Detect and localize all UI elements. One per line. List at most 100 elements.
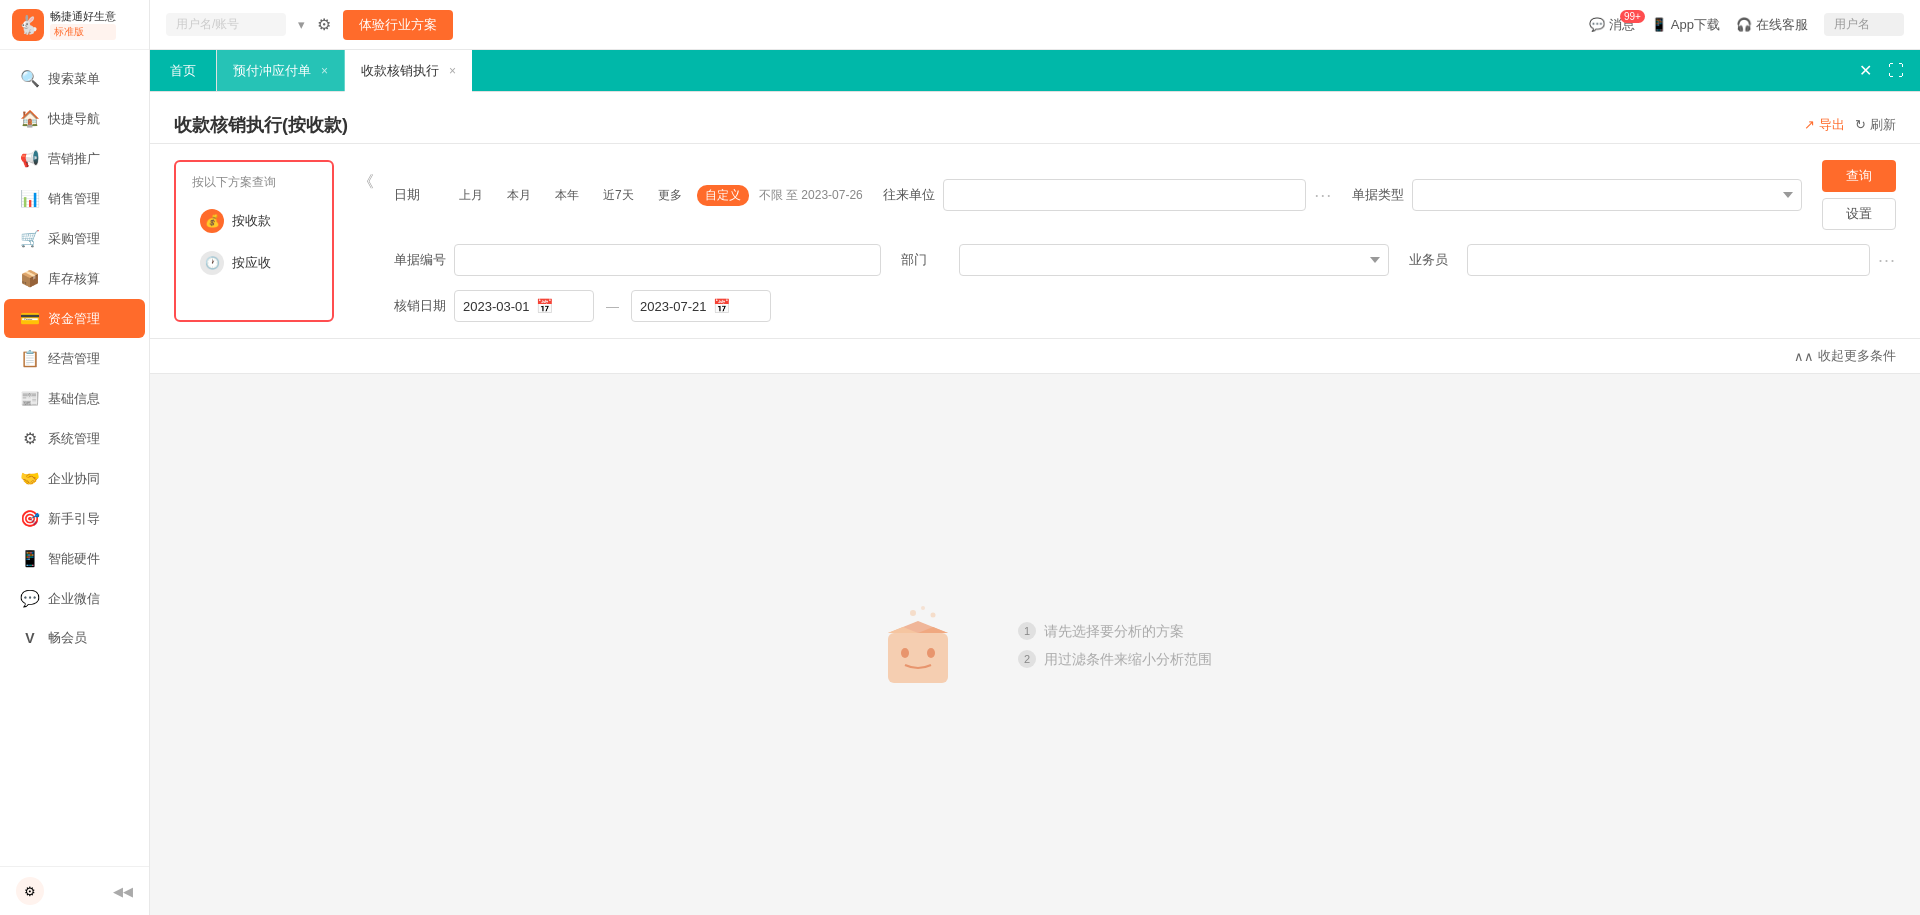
content-area: 收款核销执行(按收款) ↗ 导出 ↻ 刷新 按以下方案查询 💰 按收款 [150, 92, 1920, 915]
message-button[interactable]: 💬 消息 99+ [1589, 16, 1635, 34]
sidebar-item-label-hardware: 智能硬件 [48, 550, 100, 568]
staff-dots-icon[interactable]: ··· [1878, 250, 1896, 271]
sidebar-logo: 🐇 畅捷通好生意 标准版 [0, 0, 149, 50]
collapse-more-button[interactable]: ∧∧ 收起更多条件 [1794, 347, 1896, 365]
sidebar-item-label-system: 系统管理 [48, 430, 100, 448]
date-btn-more[interactable]: 更多 [649, 183, 691, 208]
tab-verify[interactable]: 收款核销执行 × [345, 50, 472, 92]
sidebar-collapse-button[interactable]: ◀◀ [113, 884, 133, 899]
tab-verify-close-icon[interactable]: × [449, 64, 456, 78]
system-icon: ⚙ [20, 429, 40, 448]
collapse-up-icon: ∧∧ [1794, 349, 1814, 364]
filter-option-by-receivable[interactable]: 🕐 按应收 [192, 247, 316, 279]
marketing-icon: 📢 [20, 149, 40, 168]
date-custom-badge[interactable]: 自定义 [697, 185, 749, 206]
query-button[interactable]: 查询 [1822, 160, 1896, 192]
settings-bottom-icon[interactable]: ⚙ [16, 877, 44, 905]
sidebar-item-search-menu[interactable]: 🔍 搜索菜单 [4, 59, 145, 98]
verify-date-start-text: 2023-03-01 [463, 299, 530, 314]
receivable-option-icon: 🕐 [200, 251, 224, 275]
dropdown-icon[interactable]: ▾ [298, 17, 305, 32]
doc-type-select[interactable] [1412, 179, 1802, 211]
empty-hint-row-1: 1 请先选择要分析的方案 [1018, 617, 1212, 645]
date-separator: — [602, 299, 623, 314]
verify-date-end-picker[interactable]: 2023-07-21 📅 [631, 290, 771, 322]
sidebar-item-enterprise[interactable]: 🤝 企业协同 [4, 459, 145, 498]
online-service-icon: 🎧 [1736, 17, 1752, 32]
date-btn-this-month[interactable]: 本月 [498, 183, 540, 208]
verify-date-start-picker[interactable]: 2023-03-01 📅 [454, 290, 594, 322]
tabbar-actions: ✕ ⛶ [1855, 57, 1920, 84]
sidebar-item-label-search-menu: 搜索菜单 [48, 70, 100, 88]
tabbar: 首页 预付冲应付单 × 收款核销执行 × ✕ ⛶ [150, 50, 1920, 92]
tab-prepay[interactable]: 预付冲应付单 × [217, 50, 345, 92]
sidebar-item-label-wechat: 企业微信 [48, 590, 100, 608]
date-btn-this-year[interactable]: 本年 [546, 183, 588, 208]
app-download-btn[interactable]: 📱 App下载 [1651, 16, 1720, 34]
tab-prepay-close-icon[interactable]: × [321, 64, 328, 78]
calendar-end-icon: 📅 [713, 298, 730, 314]
filter-group-dept: 部门 [901, 244, 1388, 276]
partner-input[interactable] [943, 179, 1307, 211]
filter-row-3: 核销日期 2023-03-01 📅 — 2023-07-21 📅 [394, 290, 1896, 322]
empty-illustration [858, 583, 978, 706]
partner-dots-icon[interactable]: ··· [1314, 185, 1332, 206]
online-service-btn[interactable]: 🎧 在线客服 [1736, 16, 1808, 34]
filter-row-2: 单据编号 部门 业务员 ··· [394, 244, 1896, 276]
sidebar-item-purchase[interactable]: 🛒 采购管理 [4, 219, 145, 258]
sidebar-item-finance[interactable]: 💳 资金管理 [4, 299, 145, 338]
sidebar-item-hardware[interactable]: 📱 智能硬件 [4, 539, 145, 578]
sidebar-item-business[interactable]: 📋 经营管理 [4, 339, 145, 378]
sidebar-nav: 🔍 搜索菜单 🏠 快捷导航 📢 营销推广 📊 销售管理 🛒 采购管理 📦 库存核… [0, 50, 149, 866]
sidebar: 🐇 畅捷通好生意 标准版 🔍 搜索菜单 🏠 快捷导航 📢 营销推广 📊 销售管理… [0, 0, 150, 915]
doc-no-input[interactable] [454, 244, 881, 276]
export-button[interactable]: ↗ 导出 [1804, 116, 1845, 134]
user-profile[interactable]: 用户名 [1824, 13, 1904, 36]
gear-icon[interactable]: ⚙ [317, 15, 331, 34]
sidebar-item-label-member: 畅会员 [48, 629, 87, 647]
sidebar-item-label-marketing: 营销推广 [48, 150, 100, 168]
date-btn-last-month[interactable]: 上月 [450, 183, 492, 208]
sidebar-item-marketing[interactable]: 📢 营销推广 [4, 139, 145, 178]
dept-select[interactable] [959, 244, 1388, 276]
sidebar-item-member[interactable]: V 畅会员 [4, 619, 145, 657]
filter-group-doc-no: 单据编号 [394, 244, 881, 276]
calendar-start-icon: 📅 [536, 298, 553, 314]
purchase-icon: 🛒 [20, 229, 40, 248]
date-btn-7days[interactable]: 近7天 [594, 183, 643, 208]
sidebar-item-system[interactable]: ⚙ 系统管理 [4, 419, 145, 458]
filter-group-verify-date: 核销日期 2023-03-01 📅 — 2023-07-21 📅 [394, 290, 771, 322]
sidebar-logo-text-block: 畅捷通好生意 标准版 [50, 9, 116, 39]
filter-group-partner: 往来单位 ··· [883, 179, 1333, 211]
member-icon: V [20, 630, 40, 646]
filter-action-btns: 查询 设置 [1822, 160, 1896, 230]
solution-button[interactable]: 体验行业方案 [343, 10, 453, 40]
sidebar-item-quick-nav[interactable]: 🏠 快捷导航 [4, 99, 145, 138]
tab-home[interactable]: 首页 [150, 50, 217, 92]
sidebar-item-inventory[interactable]: 📦 库存核算 [4, 259, 145, 298]
online-service-label: 在线客服 [1756, 16, 1808, 34]
sidebar-item-guide[interactable]: 🎯 新手引导 [4, 499, 145, 538]
maximize-icon[interactable]: ⛶ [1884, 58, 1908, 84]
home-tab-label: 首页 [170, 62, 196, 80]
empty-svg [858, 583, 978, 703]
app-download-icon: 📱 [1651, 17, 1667, 32]
settings-button[interactable]: 设置 [1822, 198, 1896, 230]
filter-more-row: ∧∧ 收起更多条件 [150, 339, 1920, 374]
filter-option-by-receipt[interactable]: 💰 按收款 [192, 205, 316, 237]
filter-group-date: 日期 上月 本月 本年 近7天 更多 自定义 不限 至 2023-07-26 [394, 183, 863, 208]
refresh-button[interactable]: ↻ 刷新 [1855, 116, 1896, 134]
receipt-option-icon: 💰 [200, 209, 224, 233]
receipt-option-label: 按收款 [232, 212, 271, 230]
refresh-icon: ↻ [1855, 117, 1866, 132]
close-tab-icon[interactable]: ✕ [1855, 57, 1876, 84]
topbar: 用户名/账号 ▾ ⚙ 体验行业方案 💬 消息 99+ 📱 App下载 🎧 在线客… [150, 0, 1920, 50]
sidebar-item-basic-info[interactable]: 📰 基础信息 [4, 379, 145, 418]
message-icon: 💬 [1589, 17, 1605, 32]
filter-panel-collapse-btn[interactable]: 《 [354, 168, 378, 322]
page-header: 收款核销执行(按收款) ↗ 导出 ↻ 刷新 [150, 92, 1920, 144]
app-download-label: App下载 [1671, 16, 1720, 34]
sidebar-item-sales[interactable]: 📊 销售管理 [4, 179, 145, 218]
staff-input[interactable] [1467, 244, 1870, 276]
sidebar-item-wechat[interactable]: 💬 企业微信 [4, 579, 145, 618]
